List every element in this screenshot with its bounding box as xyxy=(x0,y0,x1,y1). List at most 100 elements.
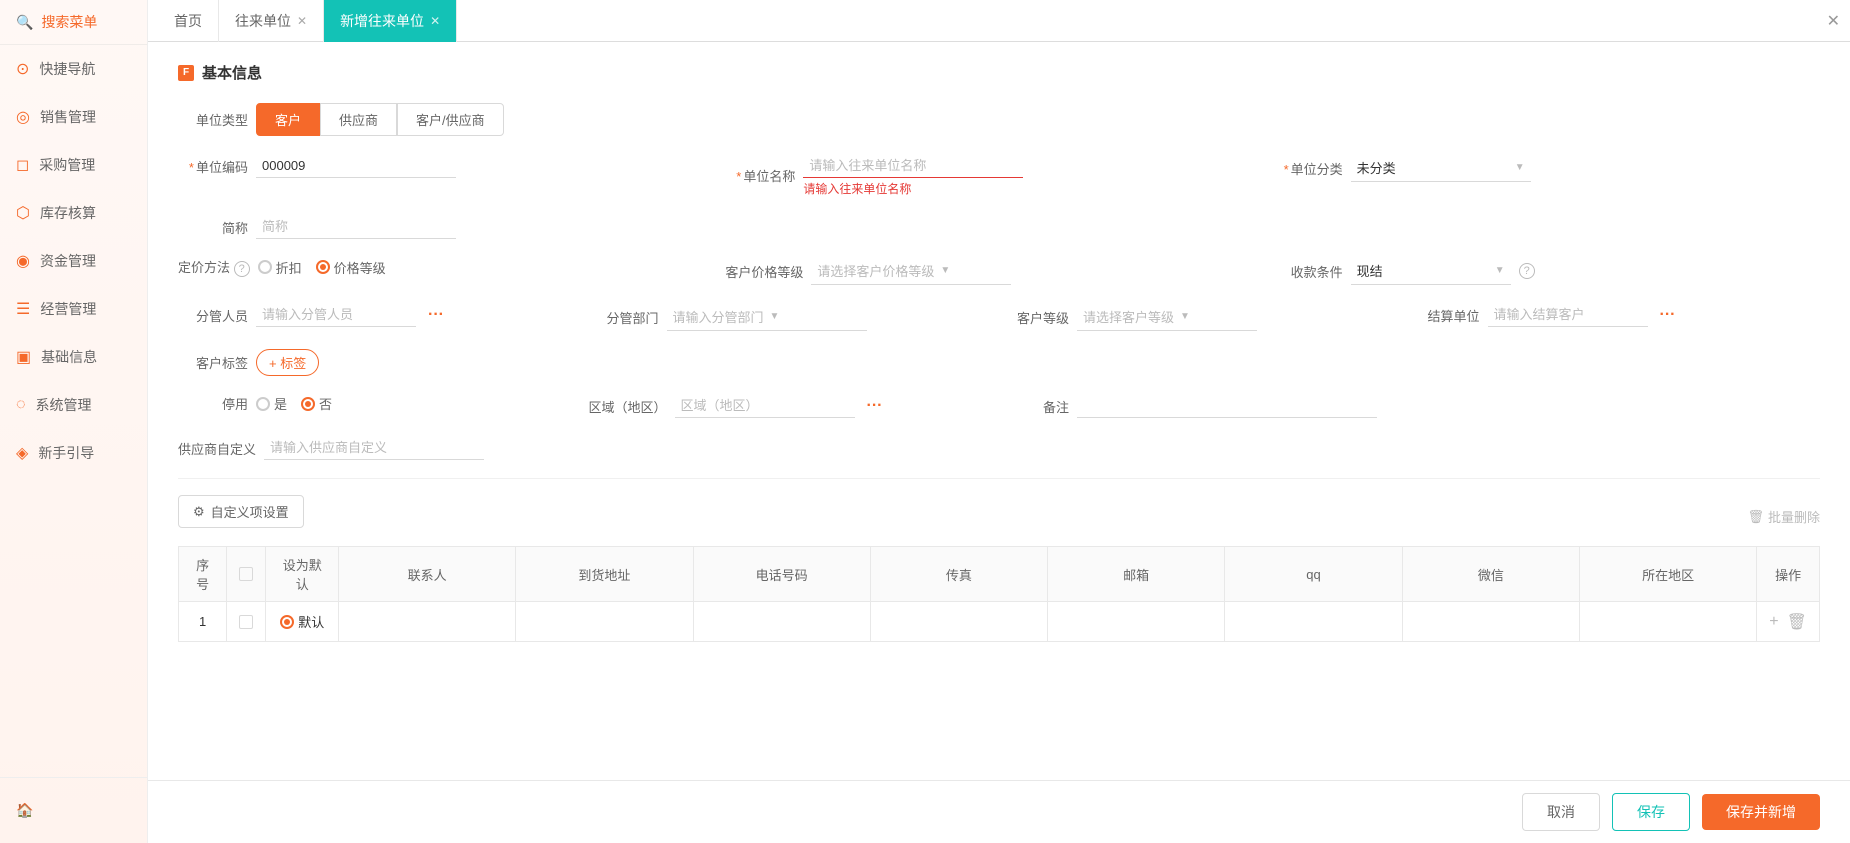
sidebar-item-quick-nav[interactable]: ⊙快捷导航 xyxy=(0,45,147,93)
delete-row-icon[interactable]: 🗑 xyxy=(1787,612,1807,632)
sidebar-icon: ◈ xyxy=(16,443,28,463)
remark-label: 备注 xyxy=(999,397,1069,416)
manager-more-icon[interactable]: ··· xyxy=(424,306,448,324)
custom-settings-button[interactable]: ⚙ 自定义项设置 xyxy=(178,495,304,528)
customer-level-label: 客户等级 xyxy=(999,308,1069,327)
add-tag-button[interactable]: + 标签 xyxy=(256,349,319,376)
sidebar-item-sales[interactable]: ◎销售管理 xyxy=(0,93,147,141)
tab-close-icon[interactable]: ✕ xyxy=(430,14,440,28)
table-header-cell: 到货地址 xyxy=(516,547,693,602)
sidebar-item-operation[interactable]: ☰经营管理 xyxy=(0,285,147,333)
pricing-help-icon[interactable]: ? xyxy=(234,261,250,277)
payment-terms-label: 收款条件 xyxy=(1273,262,1343,281)
customer-level-field: 客户等级 请选择客户等级 ▼ xyxy=(999,303,1410,331)
sidebar-item-inventory[interactable]: ⬡库存核算 xyxy=(0,189,147,237)
remark-input[interactable] xyxy=(1077,394,1377,418)
settlement-more-icon[interactable]: ··· xyxy=(1656,306,1680,324)
unit-name-error: 请输入往来单位名称 xyxy=(803,180,1023,197)
unit-name-input[interactable] xyxy=(803,154,1023,178)
sidebar-item-system[interactable]: ◌系统管理 xyxy=(0,381,147,429)
batch-delete-button[interactable]: 🗑 批量删除 xyxy=(1747,507,1820,526)
region-more-icon[interactable]: ··· xyxy=(863,397,887,415)
tab-home[interactable]: 首页 xyxy=(158,0,219,42)
row-address[interactable] xyxy=(516,602,693,642)
pricing-row: 定价方法 ? 折扣 价格等级 客户价格等级 xyxy=(178,257,1820,285)
manager-row: 分管人员 ··· 分管部门 请输入分管部门 ▼ 客户等级 请选择客户等级 ▼ xyxy=(178,303,1820,331)
region-field: 区域（地区） ··· xyxy=(589,394,1000,418)
dept-chevron-icon: ▼ xyxy=(770,311,780,322)
settlement-input[interactable] xyxy=(1488,303,1648,327)
sidebar-icon: ☰ xyxy=(16,299,30,319)
level-label: 价格等级 xyxy=(334,258,386,277)
manager-label: 分管人员 xyxy=(178,306,248,325)
short-name-input[interactable] xyxy=(256,215,456,239)
table-header-cell: 联系人 xyxy=(339,547,516,602)
sidebar-label: 资金管理 xyxy=(40,251,96,271)
sidebar-label: 新手引导 xyxy=(38,443,94,463)
tab-add-partner[interactable]: 新增往来单位✕ xyxy=(324,0,457,42)
supplier-custom-input[interactable] xyxy=(264,436,484,460)
sidebar-item-finance[interactable]: ◉资金管理 xyxy=(0,237,147,285)
add-row-icon[interactable]: + xyxy=(1769,613,1778,631)
no-radio xyxy=(301,397,315,411)
type-btn-supplier[interactable]: 供应商 xyxy=(320,103,397,136)
tab-bar: 首页往来单位✕新增往来单位✕ ✕ xyxy=(148,0,1850,42)
table-row: 1 默认 xyxy=(179,602,1820,642)
unit-type-buttons: 客户供应商客户/供应商 xyxy=(256,103,504,136)
no-label: 否 xyxy=(319,394,332,413)
header-checkbox[interactable] xyxy=(239,567,253,581)
disabled-radio-group: 是 否 xyxy=(256,394,332,413)
row-fax[interactable] xyxy=(870,602,1047,642)
tab-close-icon[interactable]: ✕ xyxy=(297,14,307,28)
dept-select[interactable]: 请输入分管部门 ▼ xyxy=(667,303,867,331)
customer-level-select[interactable]: 请选择客户等级 ▼ xyxy=(1077,303,1257,331)
row-checkbox-box[interactable] xyxy=(239,615,253,629)
save-button[interactable]: 保存 xyxy=(1612,793,1690,831)
default-radio[interactable] xyxy=(280,615,294,629)
sidebar-icon: ⬡ xyxy=(16,203,30,223)
row-contact[interactable] xyxy=(339,602,516,642)
unit-category-label: *单位分类 xyxy=(1273,159,1343,178)
pricing-discount[interactable]: 折扣 xyxy=(258,258,302,277)
row-checkbox[interactable] xyxy=(227,602,266,642)
row-email[interactable] xyxy=(1048,602,1225,642)
region-input[interactable] xyxy=(675,394,855,418)
dept-label: 分管部门 xyxy=(589,308,659,327)
manager-input[interactable] xyxy=(256,303,416,327)
unit-info-row: *单位编码 *单位名称 请输入往来单位名称 *单位分类 xyxy=(178,154,1820,197)
close-all-tabs[interactable]: ✕ xyxy=(1827,11,1840,31)
supplier-custom-label: 供应商自定义 xyxy=(178,439,256,458)
row-region[interactable] xyxy=(1580,602,1757,642)
type-btn-customer[interactable]: 客户 xyxy=(256,103,320,136)
search-menu-item[interactable]: 🔍 搜索菜单 xyxy=(0,0,147,45)
pricing-level[interactable]: 价格等级 xyxy=(316,258,386,277)
unit-type-row: 单位类型 客户供应商客户/供应商 xyxy=(178,103,1820,136)
short-name-field: 简称 xyxy=(178,215,456,239)
unit-category-select[interactable]: 未分类 ▼ xyxy=(1351,154,1531,182)
sidebar-item-purchase[interactable]: ◻采购管理 xyxy=(0,141,147,189)
table-section: ⚙ 自定义项设置 🗑 批量删除 序号设为默认联系人到货地址电话号码传真邮箱qq微… xyxy=(178,495,1820,642)
save-new-button[interactable]: 保存并新增 xyxy=(1702,794,1820,830)
tab-partner[interactable]: 往来单位✕ xyxy=(219,0,324,42)
sidebar-item-guide[interactable]: ◈ 新手引导 xyxy=(0,429,147,477)
disabled-yes[interactable]: 是 xyxy=(256,394,287,413)
cancel-button[interactable]: 取消 xyxy=(1522,793,1600,831)
sidebar: 🔍 搜索菜单 ⊙快捷导航◎销售管理◻采购管理⬡库存核算◉资金管理☰经营管理▣基础… xyxy=(0,0,148,843)
payment-chevron-icon: ▼ xyxy=(1495,265,1505,276)
add-tag-label: + 标签 xyxy=(269,353,306,372)
table-header-cell: 微信 xyxy=(1402,547,1579,602)
payment-help-icon[interactable]: ? xyxy=(1519,263,1535,279)
row-wechat[interactable] xyxy=(1402,602,1579,642)
row-phone[interactable] xyxy=(693,602,870,642)
disabled-no[interactable]: 否 xyxy=(301,394,332,413)
settings-gear-icon: ⚙ xyxy=(193,504,205,520)
row-qq[interactable] xyxy=(1225,602,1403,642)
payment-terms-select[interactable]: 现结 ▼ xyxy=(1351,257,1511,285)
customer-price-select[interactable]: 请选择客户价格等级 ▼ xyxy=(811,257,1011,285)
sidebar-label: 基础信息 xyxy=(41,347,97,367)
sidebar-item-basic[interactable]: ▣基础信息 xyxy=(0,333,147,381)
table-header-cell: 电话号码 xyxy=(693,547,870,602)
type-btn-both[interactable]: 客户/供应商 xyxy=(397,103,504,136)
sidebar-item-bottom-1[interactable]: 🏠 xyxy=(0,788,147,833)
unit-code-input[interactable] xyxy=(256,154,456,178)
